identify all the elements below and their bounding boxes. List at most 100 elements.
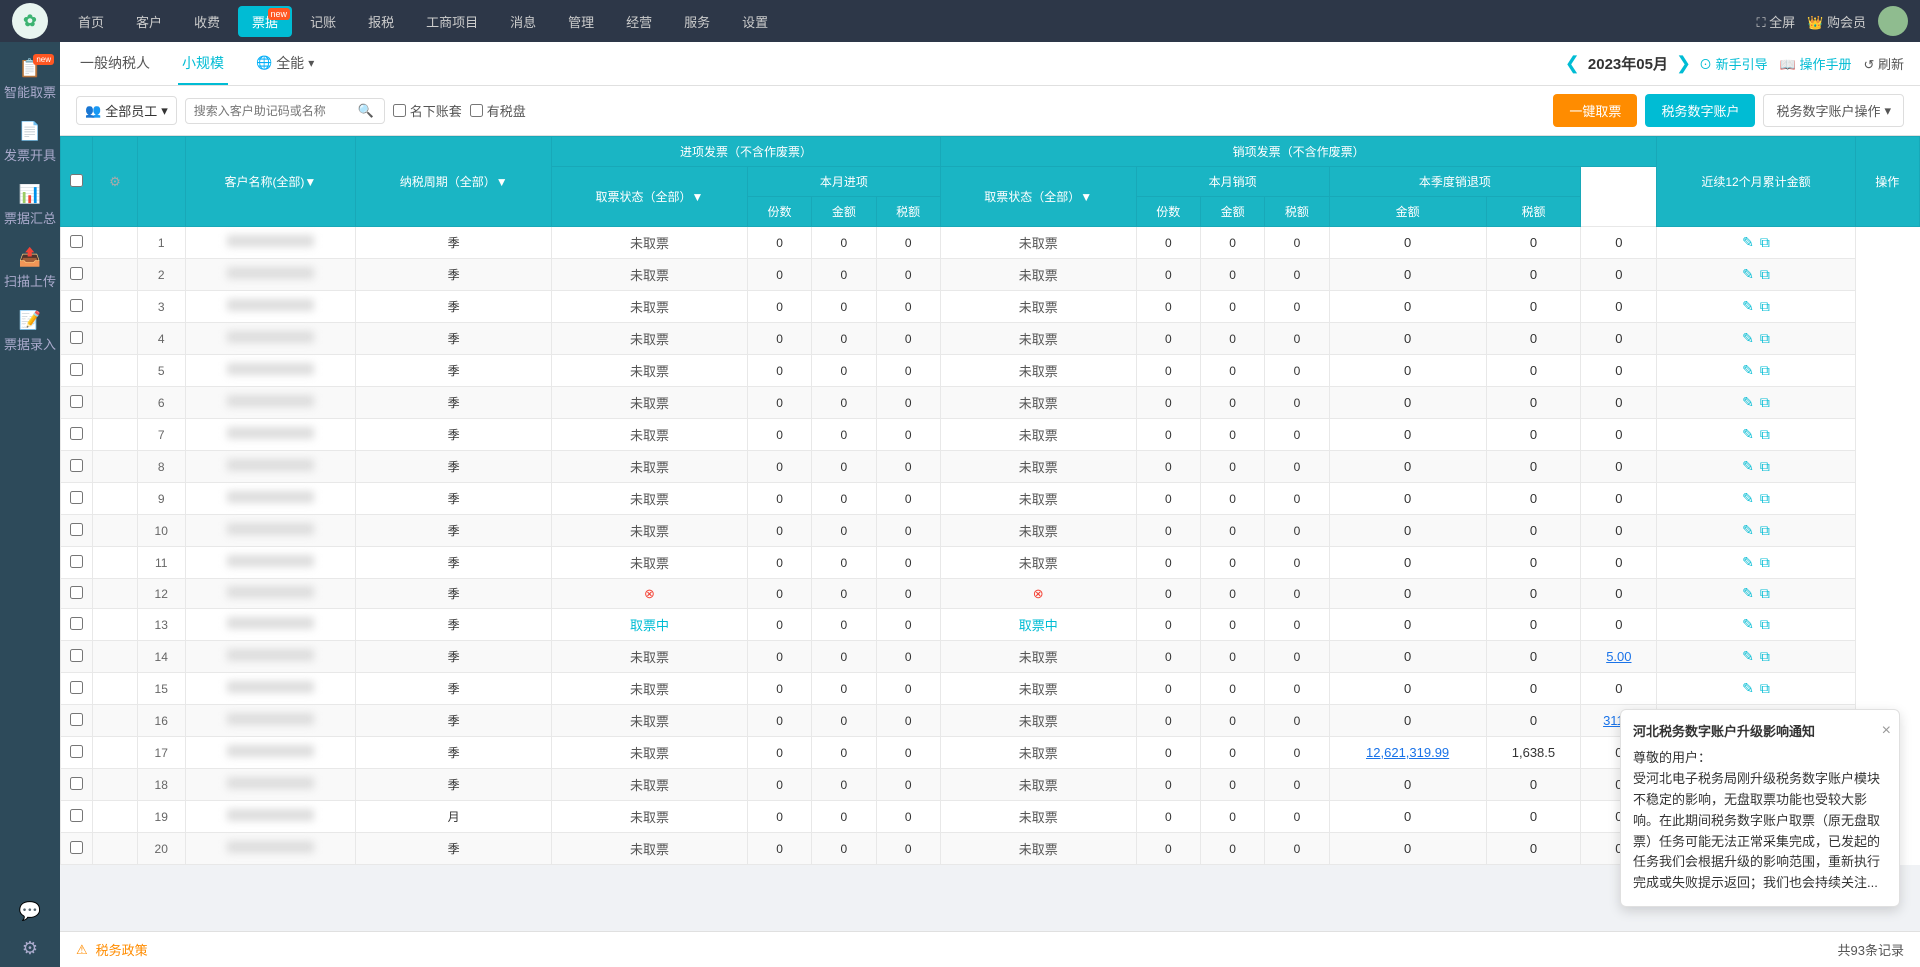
tab-small-scale[interactable]: 小规模	[178, 43, 228, 85]
nav-business[interactable]: 工商项目	[412, 6, 492, 37]
sidebar-item-chat[interactable]: 💬	[15, 893, 45, 930]
edit-icon[interactable]: ✎	[1742, 298, 1754, 315]
new-guide-link[interactable]: ⊙ 新手引导	[1699, 54, 1768, 73]
nav-service[interactable]: 服务	[670, 6, 724, 37]
row-checkbox[interactable]	[70, 586, 83, 599]
copy-icon[interactable]: ⧉	[1760, 426, 1770, 443]
td-amount-in: 0	[812, 387, 876, 419]
edit-icon[interactable]: ✎	[1742, 394, 1754, 411]
row-checkbox[interactable]	[70, 649, 83, 662]
copy-icon[interactable]: ⧉	[1760, 648, 1770, 665]
row-checkbox[interactable]	[70, 427, 83, 440]
row-checkbox[interactable]	[70, 745, 83, 758]
copy-icon[interactable]: ⧉	[1760, 490, 1770, 507]
checkbox-name-account[interactable]: 名下账套	[393, 101, 462, 120]
refresh-link[interactable]: ↺ 刷新	[1863, 54, 1904, 73]
edit-icon[interactable]: ✎	[1742, 616, 1754, 633]
edit-icon[interactable]: ✎	[1742, 648, 1754, 665]
employee-select[interactable]: 👥 全部员工 ▾	[76, 96, 177, 125]
nav-customer[interactable]: 客户	[122, 6, 176, 37]
copy-icon[interactable]: ⧉	[1760, 554, 1770, 571]
td-refund-tax: 0	[1486, 227, 1581, 259]
row-checkbox[interactable]	[70, 491, 83, 504]
edit-icon[interactable]: ✎	[1742, 585, 1754, 602]
nav-tax[interactable]: 报税	[354, 6, 408, 37]
nav-ticket[interactable]: 票据new	[238, 6, 292, 37]
tax-digital-account-action-btn[interactable]: 税务数字账户操作 ▾	[1763, 94, 1904, 127]
row-checkbox[interactable]	[70, 299, 83, 312]
vip-btn[interactable]: 👑 购会员	[1807, 12, 1866, 31]
row-checkbox[interactable]	[70, 555, 83, 568]
checkbox-name-account-input[interactable]	[393, 104, 406, 117]
date-next-btn[interactable]: ❯	[1676, 53, 1691, 74]
edit-icon[interactable]: ✎	[1742, 330, 1754, 347]
sidebar-item-ticket-summary[interactable]: 📊 票据汇总	[0, 176, 60, 235]
nav-home[interactable]: 首页	[64, 6, 118, 37]
refund-tax-value: 0	[1530, 777, 1537, 792]
edit-icon[interactable]: ✎	[1742, 362, 1754, 379]
copy-icon[interactable]: ⧉	[1760, 522, 1770, 539]
copy-icon[interactable]: ⧉	[1760, 394, 1770, 411]
row-checkbox[interactable]	[70, 363, 83, 376]
sidebar-item-ticket-entry[interactable]: 📝 票据录入	[0, 302, 60, 361]
copy-icon[interactable]: ⧉	[1760, 585, 1770, 602]
nav-settings[interactable]: 设置	[728, 6, 782, 37]
nav-fee[interactable]: 收费	[180, 6, 234, 37]
sidebar-item-invoice-open[interactable]: 📄 发票开具	[0, 113, 60, 172]
date-prev-btn[interactable]: ❮	[1565, 53, 1580, 74]
cumulative-link[interactable]: 5.00	[1606, 649, 1631, 664]
nav-manage[interactable]: 管理	[554, 6, 608, 37]
edit-icon[interactable]: ✎	[1742, 522, 1754, 539]
edit-icon[interactable]: ✎	[1742, 234, 1754, 251]
row-checkbox[interactable]	[70, 235, 83, 248]
edit-icon[interactable]: ✎	[1742, 458, 1754, 475]
copy-icon[interactable]: ⧉	[1760, 616, 1770, 633]
search-input[interactable]	[194, 104, 354, 118]
copy-icon[interactable]: ⧉	[1760, 234, 1770, 251]
search-box[interactable]: 🔍	[185, 98, 385, 124]
row-checkbox[interactable]	[70, 681, 83, 694]
sidebar-item-smart-ticket[interactable]: new 📋 智能取票	[0, 50, 60, 109]
refund-amount-link[interactable]: 12,621,319.99	[1366, 745, 1449, 760]
tab-all[interactable]: 🌐全能 ▾	[252, 43, 318, 85]
checkbox-tax-disk-input[interactable]	[470, 104, 483, 117]
notification-close-btn[interactable]: ×	[1882, 718, 1891, 744]
edit-icon[interactable]: ✎	[1742, 266, 1754, 283]
row-checkbox[interactable]	[70, 267, 83, 280]
nav-operation[interactable]: 经营	[612, 6, 666, 37]
row-checkbox[interactable]	[70, 523, 83, 536]
row-checkbox[interactable]	[70, 395, 83, 408]
row-checkbox[interactable]	[70, 841, 83, 854]
tax-digital-account-btn[interactable]: 税务数字账户	[1645, 94, 1755, 127]
avatar[interactable]	[1878, 6, 1908, 36]
sidebar-item-config[interactable]: ⚙	[15, 930, 45, 967]
row-checkbox[interactable]	[70, 809, 83, 822]
settings-icon[interactable]: ⚙	[109, 174, 121, 189]
sidebar-item-scan-upload[interactable]: 📤 扫描上传	[0, 239, 60, 298]
tax-policy-link[interactable]: 税务政策	[96, 940, 148, 959]
row-checkbox[interactable]	[70, 459, 83, 472]
edit-icon[interactable]: ✎	[1742, 426, 1754, 443]
row-checkbox[interactable]	[70, 713, 83, 726]
nav-accounting[interactable]: 记账	[296, 6, 350, 37]
fullscreen-btn[interactable]: ⛶ 全屏	[1756, 12, 1795, 31]
td-tax-in: 0	[876, 355, 940, 387]
one-click-ticket-btn[interactable]: 一键取票	[1553, 94, 1637, 127]
edit-icon[interactable]: ✎	[1742, 490, 1754, 507]
nav-message[interactable]: 消息	[496, 6, 550, 37]
copy-icon[interactable]: ⧉	[1760, 458, 1770, 475]
checkbox-tax-disk[interactable]: 有税盘	[470, 101, 526, 120]
manual-link[interactable]: 📖 操作手册	[1780, 54, 1852, 73]
copy-icon[interactable]: ⧉	[1760, 266, 1770, 283]
copy-icon[interactable]: ⧉	[1760, 330, 1770, 347]
tab-general-taxpayer[interactable]: 一般纳税人	[76, 43, 154, 85]
copy-icon[interactable]: ⧉	[1760, 298, 1770, 315]
row-checkbox[interactable]	[70, 617, 83, 630]
row-checkbox[interactable]	[70, 777, 83, 790]
row-checkbox[interactable]	[70, 331, 83, 344]
edit-icon[interactable]: ✎	[1742, 554, 1754, 571]
copy-icon[interactable]: ⧉	[1760, 680, 1770, 697]
edit-icon[interactable]: ✎	[1742, 680, 1754, 697]
select-all-checkbox[interactable]	[70, 174, 83, 187]
copy-icon[interactable]: ⧉	[1760, 362, 1770, 379]
